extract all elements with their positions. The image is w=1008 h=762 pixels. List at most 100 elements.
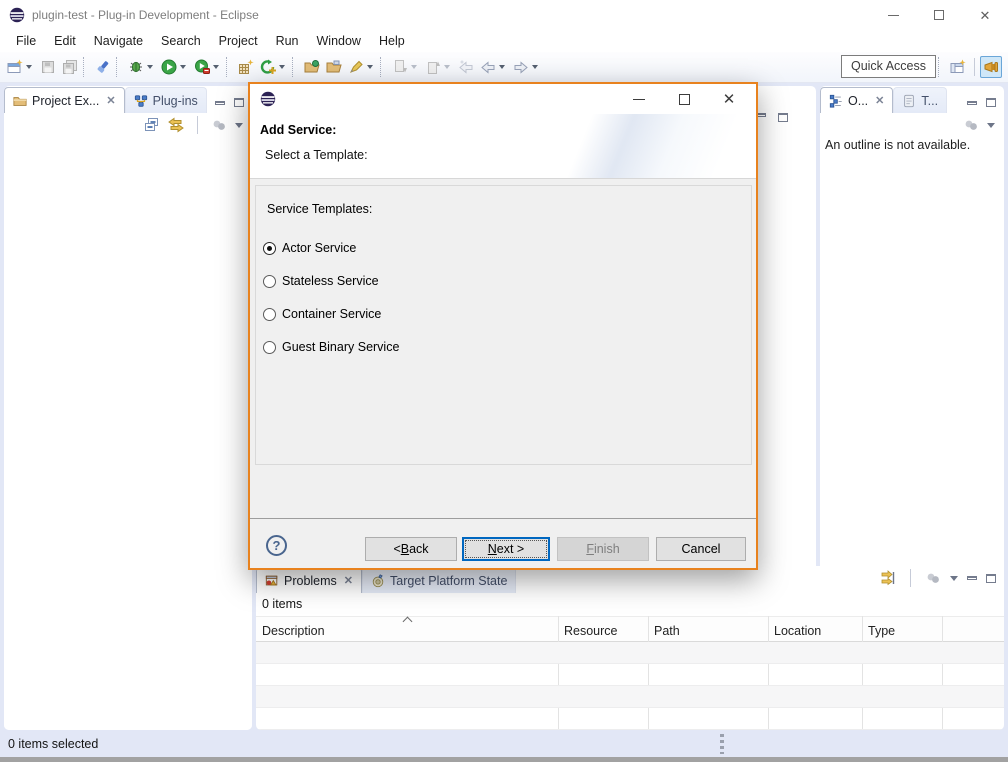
new-plugin-project-button[interactable] — [235, 56, 257, 78]
link-with-editor-icon[interactable] — [168, 117, 184, 133]
tab-plugins[interactable]: Plug-ins — [125, 87, 207, 113]
run-dropdown-icon[interactable] — [180, 65, 186, 69]
menu-help[interactable]: Help — [370, 31, 414, 51]
radio-option-container-service[interactable]: Container Service — [263, 305, 381, 323]
menu-search[interactable]: Search — [152, 31, 210, 51]
tab-target-platform-state[interactable]: Target Platform State — [362, 567, 516, 593]
new-wizard-button[interactable] — [4, 56, 37, 78]
menu-navigate[interactable]: Navigate — [85, 31, 152, 51]
menu-window[interactable]: Window — [308, 31, 370, 51]
previous-annotation-dropdown-icon[interactable] — [444, 65, 450, 69]
back-button[interactable] — [477, 56, 510, 78]
open-type-button[interactable] — [301, 56, 323, 78]
editor-maximize-button[interactable] — [778, 113, 788, 122]
dialog-titlebar[interactable]: ✕ — [250, 84, 756, 114]
run-external-tools-dropdown-icon[interactable] — [213, 65, 219, 69]
new-wizard-dropdown-icon[interactable] — [26, 65, 32, 69]
finish-button[interactable]: Finish — [557, 537, 649, 561]
window-close-button[interactable]: ✕ — [962, 0, 1008, 30]
window-minimize-button[interactable] — [870, 0, 916, 30]
dialog-close-button[interactable]: ✕ — [712, 84, 746, 114]
mark-occurrences-dropdown-icon[interactable] — [367, 65, 373, 69]
column-header-description[interactable]: Description — [262, 624, 325, 638]
next-button[interactable]: Next > — [462, 537, 550, 561]
column-header-type[interactable]: Type — [868, 624, 895, 638]
right-panel-toolbar — [820, 113, 1004, 137]
plugin-development-perspective-button[interactable] — [980, 56, 1002, 78]
tab-close-icon[interactable]: ✕ — [106, 94, 115, 107]
radio-option-stateless-service[interactable]: Stateless Service — [263, 272, 379, 290]
tab-task-list[interactable]: T... — [893, 87, 947, 113]
filters-icon[interactable] — [963, 117, 979, 133]
next-annotation-button[interactable] — [389, 56, 422, 78]
project-explorer-body[interactable] — [4, 137, 252, 730]
menu-edit[interactable]: Edit — [45, 31, 85, 51]
view-maximize-button[interactable] — [234, 98, 244, 107]
last-edit-location-button[interactable] — [455, 56, 477, 78]
dialog-maximize-button[interactable] — [667, 84, 701, 114]
toolbar-right-cluster: Quick Access — [841, 55, 1002, 78]
button-label: < — [393, 542, 400, 556]
radio-button[interactable] — [263, 275, 276, 288]
run-external-tools-icon — [194, 59, 210, 75]
view-menu-icon[interactable] — [950, 576, 958, 581]
tab-close-icon[interactable]: ✕ — [875, 94, 884, 107]
help-button[interactable]: ? — [266, 535, 287, 556]
view-maximize-button[interactable] — [986, 98, 996, 107]
filters-icon[interactable] — [925, 570, 941, 586]
debug-button[interactable] — [125, 56, 158, 78]
open-perspective-button[interactable] — [947, 56, 969, 78]
radio-option-guest-binary-service[interactable]: Guest Binary Service — [263, 338, 399, 356]
dialog-minimize-button[interactable] — [622, 84, 656, 114]
view-menu-icon[interactable] — [987, 123, 995, 128]
run-external-tools-button[interactable] — [191, 56, 224, 78]
window-title: plugin-test - Plug-in Development - Ecli… — [32, 8, 259, 22]
search-button[interactable] — [92, 56, 114, 78]
open-resource-icon — [326, 59, 342, 75]
radio-button[interactable] — [263, 308, 276, 321]
column-header-resource[interactable]: Resource — [564, 624, 618, 638]
view-menu-icon[interactable] — [235, 123, 243, 128]
collapse-all-icon[interactable] — [144, 117, 160, 133]
radio-label: Container Service — [282, 307, 381, 321]
mark-occurrences-button[interactable] — [345, 56, 378, 78]
problems-table-body[interactable] — [256, 642, 1004, 730]
cancel-button[interactable]: Cancel — [656, 537, 746, 561]
menu-run[interactable]: Run — [267, 31, 308, 51]
open-resource-button[interactable] — [323, 56, 345, 78]
menu-file[interactable]: File — [7, 31, 45, 51]
back-dropdown-icon[interactable] — [499, 65, 505, 69]
quick-access-button[interactable]: Quick Access — [841, 55, 936, 78]
tab-project-explorer[interactable]: Project Ex... ✕ — [4, 87, 125, 113]
save-all-button[interactable] — [59, 56, 81, 78]
view-maximize-button[interactable] — [986, 574, 996, 583]
tab-label: Project Ex... — [32, 94, 99, 108]
window-maximize-button[interactable] — [916, 0, 962, 30]
radio-button[interactable] — [263, 341, 276, 354]
next-annotation-dropdown-icon[interactable] — [411, 65, 417, 69]
save-button[interactable] — [37, 56, 59, 78]
window-bottom-edge — [0, 757, 1008, 762]
previous-annotation-button[interactable] — [422, 56, 455, 78]
filters-icon[interactable] — [211, 117, 227, 133]
focus-on-active-task-icon[interactable] — [880, 570, 896, 586]
view-minimize-button[interactable] — [967, 576, 977, 580]
forward-button[interactable] — [510, 56, 543, 78]
status-bar-drag-handle[interactable] — [720, 734, 724, 754]
column-header-path[interactable]: Path — [654, 624, 680, 638]
run-button[interactable] — [158, 56, 191, 78]
forward-dropdown-icon[interactable] — [532, 65, 538, 69]
menu-project[interactable]: Project — [210, 31, 267, 51]
debug-dropdown-icon[interactable] — [147, 65, 153, 69]
radio-option-actor-service[interactable]: Actor Service — [263, 239, 356, 257]
tab-close-icon[interactable]: ✕ — [344, 574, 353, 587]
back-button[interactable]: < Back — [365, 537, 457, 561]
radio-button[interactable] — [263, 242, 276, 255]
tab-problems[interactable]: Problems ✕ — [256, 567, 362, 593]
view-minimize-button[interactable] — [967, 101, 977, 105]
view-minimize-button[interactable] — [215, 101, 225, 105]
open-plugin-artifact-button[interactable] — [257, 56, 290, 78]
column-header-location[interactable]: Location — [774, 624, 821, 638]
open-plugin-artifact-dropdown-icon[interactable] — [279, 65, 285, 69]
tab-outline[interactable]: O... ✕ — [820, 87, 893, 113]
